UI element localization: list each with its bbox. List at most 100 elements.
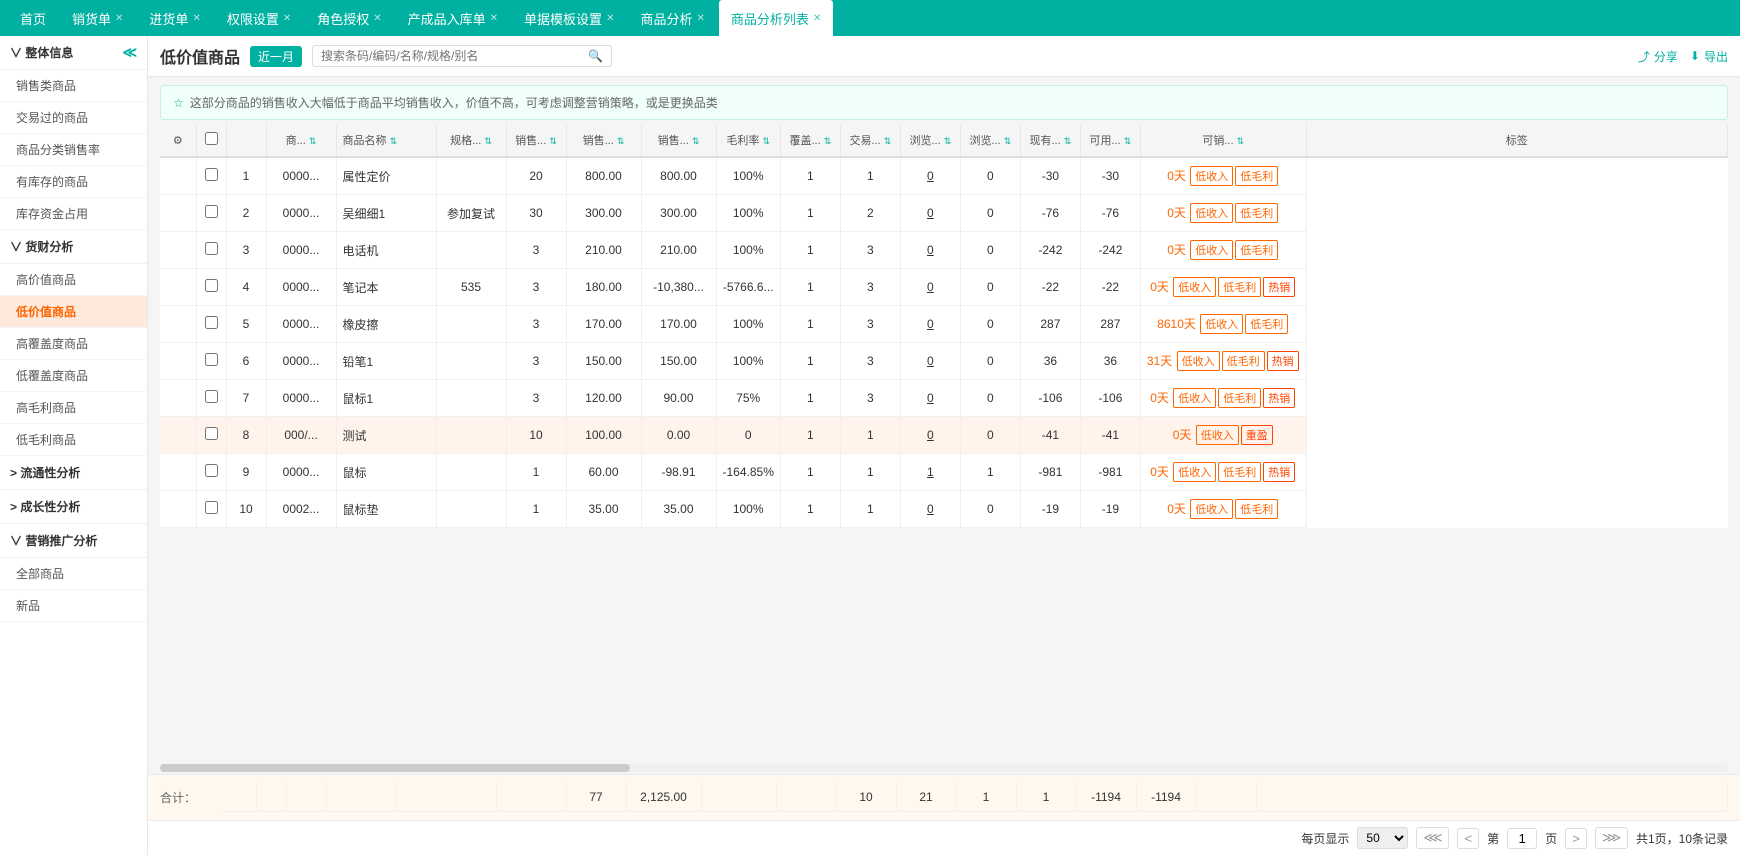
first-page-button[interactable]: ⋘ xyxy=(1416,827,1449,849)
browse-link[interactable]: 0 xyxy=(927,502,934,516)
days-tag: 8610天 xyxy=(1157,317,1196,331)
th-code[interactable]: 商... ⇅ xyxy=(266,124,336,157)
browse-link[interactable]: 0 xyxy=(927,317,934,331)
last-page-button[interactable]: ⋙ xyxy=(1595,827,1628,849)
row-checkbox[interactable] xyxy=(205,205,218,218)
nav-template-settings[interactable]: 单据模板设置 ✕ xyxy=(512,0,626,36)
th-sales-amt[interactable]: 销售... ⇅ xyxy=(566,124,641,157)
sidebar-item-all-goods[interactable]: 全部商品 xyxy=(0,558,147,590)
browse-link[interactable]: 0 xyxy=(927,169,934,183)
browse-link[interactable]: 0 xyxy=(927,280,934,294)
th-name[interactable]: 商品名称 ⇅ xyxy=(336,124,436,157)
sidebar-item-low-value[interactable]: 低价值商品 xyxy=(0,296,147,328)
total-amt: 2,125.00 xyxy=(626,783,701,812)
th-available-stock[interactable]: 可用... ⇅ xyxy=(1080,124,1140,157)
th-transaction[interactable]: 交易... ⇅ xyxy=(840,124,900,157)
th-settings[interactable]: ⚙ xyxy=(160,124,196,157)
th-browse2[interactable]: 浏览... ⇅ xyxy=(960,124,1020,157)
sidebar-item-high-margin[interactable]: 高毛利商品 xyxy=(0,392,147,424)
nav-role-auth[interactable]: 角色授权 ✕ xyxy=(305,0,393,36)
horizontal-scrollbar[interactable] xyxy=(160,764,1728,772)
prev-page-button[interactable]: < xyxy=(1457,828,1479,849)
th-sellable-stock[interactable]: 可销... ⇅ xyxy=(1140,124,1306,157)
tag: 低收入 xyxy=(1190,166,1233,186)
row-checkbox[interactable] xyxy=(205,464,218,477)
nav-product-analysis[interactable]: 商品分析 ✕ xyxy=(628,0,716,36)
sidebar-item-sales-goods[interactable]: 销售类商品 xyxy=(0,70,147,102)
nav-product-stock[interactable]: 产成品入库单 ✕ xyxy=(396,0,510,36)
row-checkbox[interactable] xyxy=(205,242,218,255)
select-all-checkbox[interactable] xyxy=(205,132,218,145)
nav-home[interactable]: 首页 xyxy=(8,0,58,36)
row-checkbox[interactable] xyxy=(205,168,218,181)
close-icon[interactable]: ✕ xyxy=(606,13,614,24)
sidebar-item-high-value[interactable]: 高价值商品 xyxy=(0,264,147,296)
sidebar-item-inventory-capital[interactable]: 库存资金占用 xyxy=(0,198,147,230)
sidebar-item-low-margin[interactable]: 低毛利商品 xyxy=(0,424,147,456)
nav-purchase-order[interactable]: 进货单 ✕ xyxy=(137,0,212,36)
th-tags: 标签 xyxy=(1306,124,1727,157)
row-checkbox[interactable] xyxy=(205,427,218,440)
th-browse1[interactable]: 浏览... ⇅ xyxy=(900,124,960,157)
nav-product-analysis-list[interactable]: 商品分析列表 ✕ xyxy=(719,0,833,36)
close-icon[interactable]: ✕ xyxy=(373,13,381,24)
sidebar-group-liquidity[interactable]: > 流通性分析 xyxy=(0,456,147,490)
sidebar-group-overall[interactable]: ∨ 整体信息 ≪ xyxy=(0,36,147,70)
search-icon[interactable]: 🔍 xyxy=(588,49,603,63)
close-icon[interactable]: ✕ xyxy=(283,13,291,24)
browse-link[interactable]: 0 xyxy=(927,391,934,405)
page-number-input[interactable] xyxy=(1507,828,1537,849)
row-checkbox[interactable] xyxy=(205,390,218,403)
sidebar-item-traded-goods[interactable]: 交易过的商品 xyxy=(0,102,147,134)
next-page-button[interactable]: > xyxy=(1565,828,1587,849)
table-row: 4 0000... 笔记本 535 3 180.00 -10,380... -5… xyxy=(160,269,1728,306)
export-button[interactable]: ⬇ 导出 xyxy=(1690,48,1728,65)
sidebar-item-high-coverage[interactable]: 高覆盖度商品 xyxy=(0,328,147,360)
table-container[interactable]: ⚙ 商... ⇅ 商品名称 ⇅ 规格... ⇅ 销售... ⇅ 销售... ⇅ … xyxy=(160,124,1728,762)
browse-link[interactable]: 1 xyxy=(927,465,934,479)
info-banner: ☆ 这部分商品的销售收入大幅低于商品平均销售收入，价值不高，可考虑调整营销策略，… xyxy=(160,85,1728,120)
table-row: 6 0000... 铅笔1 3 150.00 150.00 100% 1 3 0… xyxy=(160,343,1728,380)
nav-sales-order[interactable]: 销货单 ✕ xyxy=(60,0,135,36)
close-icon[interactable]: ✕ xyxy=(696,13,704,24)
close-icon[interactable]: ✕ xyxy=(192,13,200,24)
period-badge[interactable]: 近一月 xyxy=(250,46,302,67)
row-checkbox[interactable] xyxy=(205,353,218,366)
scrollbar-thumb[interactable] xyxy=(160,764,630,772)
tag: 低毛利 xyxy=(1235,203,1278,223)
sidebar-group-goods-analysis[interactable]: ∨ 货财分析 xyxy=(0,230,147,264)
total-current-stock: -1194 xyxy=(1076,783,1136,812)
total-browse1: 1 xyxy=(956,783,1016,812)
sidebar-item-stock-goods[interactable]: 有库存的商品 xyxy=(0,166,147,198)
nav-permissions[interactable]: 权限设置 ✕ xyxy=(215,0,303,36)
days-tag: 0天 xyxy=(1150,280,1169,294)
browse-link[interactable]: 0 xyxy=(927,206,934,220)
tag: 重盈 xyxy=(1241,425,1273,445)
close-icon[interactable]: ✕ xyxy=(490,13,498,24)
browse-link[interactable]: 0 xyxy=(927,354,934,368)
page-size-select[interactable]: 50 100 200 xyxy=(1357,827,1408,849)
browse-link[interactable]: 0 xyxy=(927,243,934,257)
sidebar-item-low-coverage[interactable]: 低覆盖度商品 xyxy=(0,360,147,392)
close-icon[interactable]: ✕ xyxy=(115,13,123,24)
th-coverage[interactable]: 覆盖... ⇅ xyxy=(780,124,840,157)
collapse-icon[interactable]: ≪ xyxy=(122,44,137,61)
close-icon[interactable]: ✕ xyxy=(813,13,821,24)
row-checkbox[interactable] xyxy=(205,501,218,514)
th-sales-profit[interactable]: 销售... ⇅ xyxy=(641,124,716,157)
sidebar-group-marketing[interactable]: ∨ 营销推广分析 xyxy=(0,524,147,558)
search-input[interactable] xyxy=(321,49,588,63)
th-spec[interactable]: 规格... ⇅ xyxy=(436,124,506,157)
th-sales-qty[interactable]: 销售... ⇅ xyxy=(506,124,566,157)
th-current-stock[interactable]: 现有... ⇅ xyxy=(1020,124,1080,157)
share-button[interactable]: ⤴ 分享 xyxy=(1638,48,1678,65)
sidebar-item-category-sales-rate[interactable]: 商品分类销售率 xyxy=(0,134,147,166)
sidebar-group-growth[interactable]: > 成长性分析 xyxy=(0,490,147,524)
row-checkbox[interactable] xyxy=(205,279,218,292)
total-qty: 77 xyxy=(566,783,626,812)
sidebar-item-new-goods[interactable]: 新品 xyxy=(0,590,147,622)
browse-link[interactable]: 0 xyxy=(927,428,934,442)
th-margin-rate[interactable]: 毛利率 ⇅ xyxy=(716,124,780,157)
total-available-stock: -1194 xyxy=(1136,783,1196,812)
row-checkbox[interactable] xyxy=(205,316,218,329)
